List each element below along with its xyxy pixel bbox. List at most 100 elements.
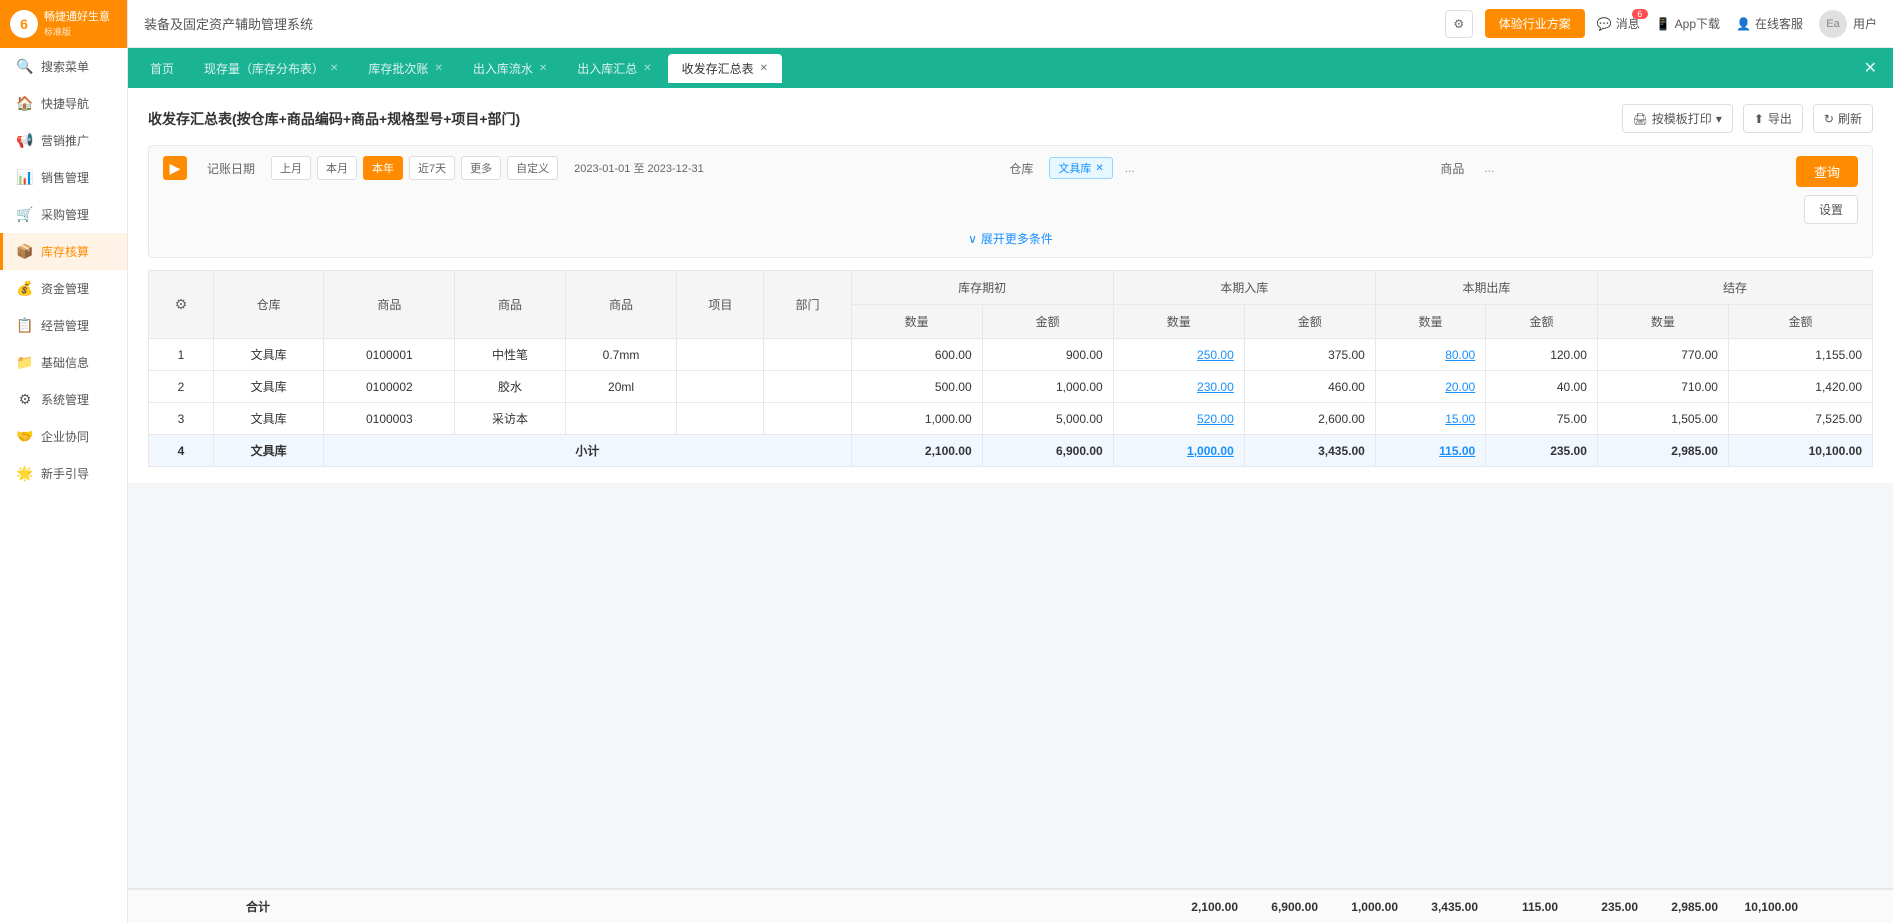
sidebar-item-finance[interactable]: 💰 资金管理 <box>0 270 127 307</box>
th-warehouse: 仓库 <box>213 271 323 339</box>
notification-badge: 6 <box>1632 9 1648 19</box>
sidebar-item-quick-nav[interactable]: 🏠 快捷导航 <box>0 85 127 122</box>
tab-close-inout-flow[interactable]: ✕ <box>539 63 547 74</box>
table-row: 1 文具库 0100001 中性笔 0.7mm 600.00 900.00 25… <box>149 339 1873 371</box>
cell-product-spec: 20ml <box>565 371 677 403</box>
warehouse-more-button[interactable]: ... <box>1125 161 1135 175</box>
subtotal-in-qty: 1,000.00 <box>1113 435 1244 467</box>
main-wrapper: 装备及固定资产辅助管理系统 ⚙ 体验行业方案 💬 消息 6 📱 App下载 👤 … <box>128 0 1893 923</box>
sidebar-item-label-search: 搜索菜单 <box>41 58 89 75</box>
sales-icon: 📊 <box>17 170 33 186</box>
tab-close-inout-summary[interactable]: ✕ <box>643 63 651 74</box>
cell-opening-qty: 1,000.00 <box>851 403 982 435</box>
sidebar-item-purchase[interactable]: 🛒 采购管理 <box>0 196 127 233</box>
sidebar-item-system[interactable]: ⚙ 系统管理 <box>0 381 127 418</box>
tab-close-recv-send-summary[interactable]: ✕ <box>760 63 768 74</box>
goods-more-button[interactable]: ... <box>1484 161 1494 175</box>
th-group-in: 本期入库 <box>1113 271 1375 305</box>
sidebar-item-inventory[interactable]: 📦 库存核算 <box>0 233 127 270</box>
table-settings-icon[interactable]: ⚙ <box>175 296 188 312</box>
cell-in-amt: 460.00 <box>1244 371 1375 403</box>
notification-item[interactable]: 💬 消息 6 <box>1597 15 1640 32</box>
warehouse-tag-close[interactable]: ✕ <box>1095 163 1103 174</box>
cell-product-code: 0100003 <box>324 403 455 435</box>
export-button[interactable]: ⬆ 导出 <box>1743 104 1803 133</box>
total-balance-qty: 2,985.00 <box>1648 900 1728 914</box>
sidebar-item-sales[interactable]: 📊 销售管理 <box>0 159 127 196</box>
date-btn-5[interactable]: 自定义 <box>507 156 558 180</box>
th-group-balance: 结存 <box>1597 271 1872 305</box>
th-settings[interactable]: ⚙ <box>149 271 214 339</box>
tab-inventory-dist[interactable]: 现存量（库存分布表）✕ <box>190 54 352 83</box>
user-area[interactable]: Ea 用户 <box>1819 10 1877 38</box>
cell-opening-amt: 900.00 <box>982 339 1113 371</box>
cell-opening-qty: 500.00 <box>851 371 982 403</box>
sidebar-item-marketing[interactable]: 📢 营销推广 <box>0 122 127 159</box>
app-download-label: App下载 <box>1675 15 1720 32</box>
subtotal-out-qty: 115.00 <box>1375 435 1485 467</box>
cell-out-qty[interactable]: 80.00 <box>1375 339 1485 371</box>
th-balance-qty: 数量 <box>1597 305 1728 339</box>
expand-more-conditions-button[interactable]: ∨ 展开更多条件 <box>968 230 1053 247</box>
header-right: 💬 消息 6 📱 App下载 👤 在线客服 Ea 用户 <box>1597 10 1877 38</box>
tab-label-inout-summary: 出入库汇总 <box>577 60 637 77</box>
settings-filter-button[interactable]: 设置 <box>1804 195 1858 224</box>
subtotal-out-amt: 235.00 <box>1486 435 1598 467</box>
date-btn-3[interactable]: 近7天 <box>409 156 455 180</box>
app-download-item[interactable]: 📱 App下载 <box>1656 15 1720 32</box>
sidebar-item-search[interactable]: 🔍 搜索菜单 <box>0 48 127 85</box>
sidebar-item-basic-info[interactable]: 📁 基础信息 <box>0 344 127 381</box>
table-row: 3 文具库 0100003 采访本 1,000.00 5,000.00 520.… <box>149 403 1873 435</box>
subtotal-label: 小计 <box>324 435 851 467</box>
tab-inout-summary[interactable]: 出入库汇总 ✕ <box>563 54 665 83</box>
tab-close-batch-account[interactable]: ✕ <box>434 63 442 74</box>
cell-in-qty[interactable]: 230.00 <box>1113 371 1244 403</box>
refresh-button[interactable]: ↻ 刷新 <box>1813 104 1873 133</box>
settings-button[interactable]: ⚙ <box>1445 10 1473 38</box>
trial-button[interactable]: 体验行业方案 <box>1485 9 1585 38</box>
cell-in-qty[interactable]: 520.00 <box>1113 403 1244 435</box>
date-btn-1[interactable]: 本月 <box>317 156 357 180</box>
tab-inout-flow[interactable]: 出入库流水✕ <box>459 54 561 83</box>
date-btn-4[interactable]: 更多 <box>461 156 501 180</box>
tab-home[interactable]: 首页 <box>136 54 188 83</box>
date-btn-2[interactable]: 本年 <box>363 156 403 180</box>
cell-opening-amt: 1,000.00 <box>982 371 1113 403</box>
total-opening-amt: 6,900.00 <box>1248 900 1328 914</box>
user-label: 用户 <box>1853 15 1877 32</box>
warehouse-label: 仓库 <box>1009 160 1033 177</box>
sidebar-item-label-corp-collab: 企业协同 <box>41 428 89 445</box>
cell-in-qty[interactable]: 250.00 <box>1113 339 1244 371</box>
template-print-button[interactable]: 🖨 按模板打印 ▾ <box>1622 104 1733 133</box>
total-out-amt: 235.00 <box>1568 900 1648 914</box>
marketing-icon: 📢 <box>17 133 33 149</box>
sidebar-item-label-system: 系统管理 <box>41 391 89 408</box>
cell-balance-amt: 1,420.00 <box>1728 371 1872 403</box>
tab-close-inventory-dist[interactable]: ✕ <box>330 63 338 74</box>
th-in-amt: 金额 <box>1244 305 1375 339</box>
data-table: ⚙ 仓库 商品 商品 商品 项目 部门 库存期初 本期入库 本期出库 结存 <box>148 270 1873 467</box>
cell-out-qty[interactable]: 15.00 <box>1375 403 1485 435</box>
sidebar-item-new-guide[interactable]: 🌟 新手引导 <box>0 455 127 492</box>
online-service-item[interactable]: 👤 在线客服 <box>1736 15 1803 32</box>
cell-warehouse: 文具库 <box>213 403 323 435</box>
chevron-down-icon: ∨ <box>968 232 977 246</box>
total-in-amt: 3,435.00 <box>1408 900 1488 914</box>
sidebar-item-operations[interactable]: 📋 经营管理 <box>0 307 127 344</box>
tab-batch-account[interactable]: 库存批次账✕ <box>354 54 456 83</box>
date-btn-0[interactable]: 上月 <box>271 156 311 180</box>
cell-project <box>677 371 764 403</box>
tab-recv-send-summary[interactable]: 收发存汇总表✕ <box>668 54 782 83</box>
close-all-tabs-button[interactable]: ✕ <box>1856 54 1885 82</box>
cell-out-qty[interactable]: 20.00 <box>1375 371 1485 403</box>
quick-nav-icon: 🏠 <box>17 96 33 112</box>
cell-in-amt: 2,600.00 <box>1244 403 1375 435</box>
online-service-label: 在线客服 <box>1755 15 1803 32</box>
service-icon: 👤 <box>1736 17 1751 31</box>
sidebar-item-corp-collab[interactable]: 🤝 企业协同 <box>0 418 127 455</box>
filter-toggle-button[interactable]: ▶ <box>163 156 187 180</box>
query-button[interactable]: 查询 <box>1796 156 1858 187</box>
sidebar-item-label-marketing: 营销推广 <box>41 132 89 149</box>
sidebar: 6 畅捷通好生意 标准版 🔍 搜索菜单 🏠 快捷导航 📢 营销推广 📊 销售管理… <box>0 0 128 923</box>
sidebar-item-label-operations: 经营管理 <box>41 317 89 334</box>
